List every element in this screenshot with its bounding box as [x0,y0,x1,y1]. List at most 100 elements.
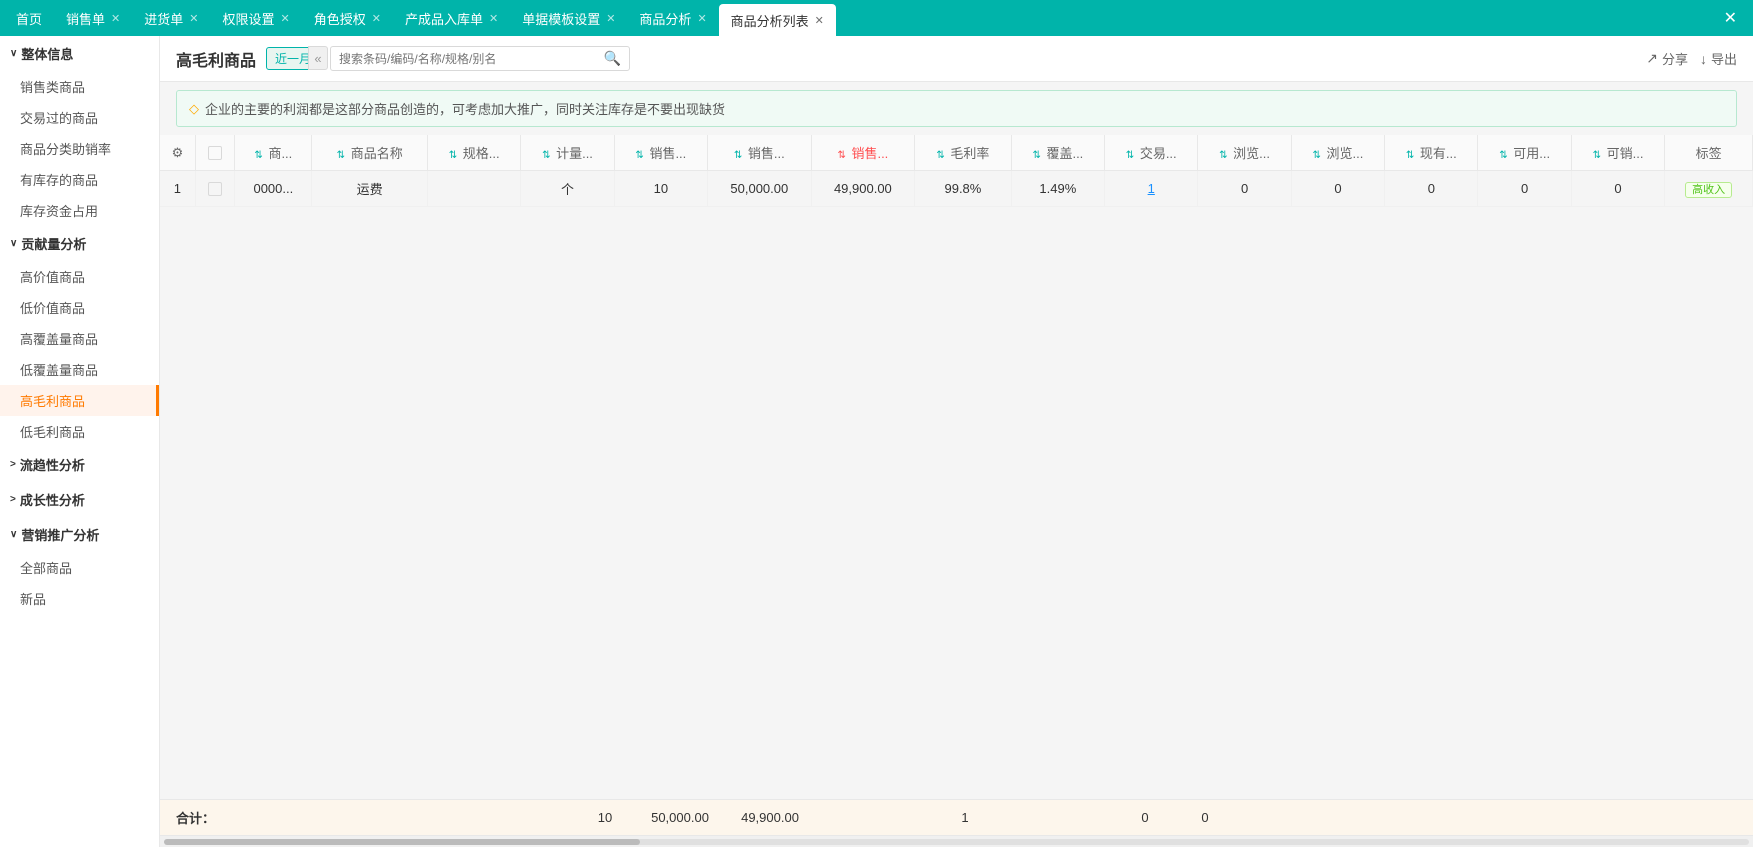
tab-close-product-inbound[interactable]: ✕ [489,12,498,25]
arrow-icon-contribution: ∨ [10,238,17,249]
scrollbar-track[interactable] [164,839,1749,845]
search-box: 🔍 [330,46,630,71]
settings-icon[interactable]: ⚙ [172,145,184,160]
col-gross-rate[interactable]: ⇅ 毛利率 [915,135,1012,171]
search-input[interactable] [339,52,604,66]
trade-link[interactable]: 1 [1148,181,1155,196]
col-spec[interactable]: ⇅ 规格... [427,135,520,171]
cell-tag: 高收入 [1665,171,1753,207]
tab-permission[interactable]: 权限设置 ✕ [210,0,301,36]
cell-spec [427,171,520,207]
tab-template[interactable]: 单据模板设置 ✕ [510,0,627,36]
content-header: 高毛利商品 近一月 🔍 ↗ 分享 ↓ 导出 [160,36,1753,82]
footer-available: 0 [1175,810,1235,825]
col-saleable[interactable]: ⇅ 可销... [1571,135,1664,171]
sidebar-item-category-rate[interactable]: 商品分类助销率 [0,133,159,164]
goods-table: ⚙ ⇅ 商... ⇅ 商品名称 [160,135,1753,207]
tab-close-sales[interactable]: ✕ [111,12,120,25]
sidebar-item-all-goods[interactable]: 全部商品 [0,552,159,583]
tab-close-permission[interactable]: ✕ [281,12,290,25]
export-button[interactable]: ↓ 导出 [1700,49,1737,68]
sidebar-section-marketing[interactable]: ∨ 营销推广分析 [0,517,159,552]
cell-current: 0 [1385,171,1478,207]
sidebar-collapse-button[interactable]: « [308,46,328,70]
col-current[interactable]: ⇅ 现有... [1385,135,1478,171]
sidebar-item-in-stock[interactable]: 有库存的商品 [0,164,159,195]
sidebar-section-contribution[interactable]: ∨ 贡献量分析 [0,226,159,261]
col-checkbox [195,135,234,171]
info-icon: ◇ [189,101,199,117]
tab-purchase[interactable]: 进货单 ✕ [132,0,210,36]
col-browse2[interactable]: ⇅ 浏览... [1291,135,1384,171]
col-coverage[interactable]: ⇅ 覆盖... [1011,135,1104,171]
col-code[interactable]: ⇅ 商... [235,135,312,171]
col-tag: 标签 [1665,135,1753,171]
share-button[interactable]: ↗ 分享 [1646,49,1688,68]
sidebar-item-low-margin[interactable]: 低毛利商品 [0,416,159,447]
scrollbar-thumb[interactable] [164,839,640,845]
sidebar-item-low-value[interactable]: 低价值商品 [0,292,159,323]
sort-icon-current: ⇅ [1406,150,1414,161]
sidebar: ∨ 整体信息 销售类商品 交易过的商品 商品分类助销率 有库存的商品 库存资金占… [0,36,160,847]
cell-trade: 1 [1105,171,1198,207]
tab-role[interactable]: 角色授权 ✕ [302,0,393,36]
sidebar-item-sales-goods[interactable]: 销售类商品 [0,71,159,102]
col-trade[interactable]: ⇅ 交易... [1105,135,1198,171]
cell-name: 运费 [312,171,428,207]
arrow-icon: ∨ [10,48,17,59]
cell-coverage: 1.49% [1011,171,1104,207]
search-icon[interactable]: 🔍 [604,50,621,67]
cell-gross-rate: 99.8% [915,171,1012,207]
select-all-checkbox[interactable] [208,146,222,160]
tab-homepage[interactable]: 首页 [4,0,54,36]
sidebar-item-traded-goods[interactable]: 交易过的商品 [0,102,159,133]
tab-close-role[interactable]: ✕ [372,12,381,25]
sidebar-section-overview[interactable]: ∨ 整体信息 [0,36,159,71]
sidebar-item-high-coverage[interactable]: 高覆盖量商品 [0,323,159,354]
footer-sale3: 49,900.00 [725,810,815,825]
arrow-icon-growth: > [10,494,16,505]
col-sale2[interactable]: ⇅ 销售... [708,135,812,171]
window-close-button[interactable]: ✕ [1720,4,1741,32]
col-available[interactable]: ⇅ 可用... [1478,135,1571,171]
sort-icon-saleable: ⇅ [1593,150,1601,161]
tab-analysis[interactable]: 商品分析 ✕ [627,0,718,36]
tab-close-template[interactable]: ✕ [606,12,615,25]
horizontal-scrollbar[interactable] [160,835,1753,847]
footer-trade: 1 [935,810,995,825]
sidebar-item-inventory-capital[interactable]: 库存资金占用 [0,195,159,226]
footer-empty3 [995,810,1055,825]
col-sale1[interactable]: ⇅ 销售... [614,135,707,171]
cell-unit: 个 [521,171,614,207]
cell-sale2: 50,000.00 [708,171,812,207]
sort-icon-available: ⇅ [1499,150,1507,161]
tab-close-analysis-list[interactable]: ✕ [815,14,824,27]
tab-close-purchase[interactable]: ✕ [189,12,198,25]
tab-product-inbound[interactable]: 产成品入库单 ✕ [393,0,510,36]
table-row: 1 0000... 运费 个 10 50,000.00 49,900.00 99… [160,171,1753,207]
sidebar-item-high-value[interactable]: 高价值商品 [0,261,159,292]
tab-bar-right: ✕ [1720,4,1749,32]
sidebar-item-low-coverage[interactable]: 低覆盖量商品 [0,354,159,385]
sort-icon: ⇅ [254,150,262,161]
col-unit[interactable]: ⇅ 计量... [521,135,614,171]
col-sale3[interactable]: ⇅ 销售... [811,135,915,171]
tab-analysis-list[interactable]: 商品分析列表 ✕ [719,4,836,36]
sidebar-item-high-margin[interactable]: 高毛利商品 [0,385,159,416]
sidebar-section-trend[interactable]: > 流趋性分析 [0,447,159,482]
cell-checkbox [195,171,234,207]
footer-empty2 [875,810,935,825]
sidebar-section-growth[interactable]: > 成长性分析 [0,482,159,517]
cell-saleable: 0 [1571,171,1664,207]
footer-current: 0 [1115,810,1175,825]
row-checkbox[interactable] [208,182,222,196]
tab-sales-order[interactable]: 销售单 ✕ [54,0,132,36]
cell-available: 0 [1478,171,1571,207]
sidebar-item-new-goods[interactable]: 新品 [0,583,159,614]
col-browse1[interactable]: ⇅ 浏览... [1198,135,1291,171]
table-header-row: ⚙ ⇅ 商... ⇅ 商品名称 [160,135,1753,171]
share-icon: ↗ [1646,50,1658,67]
col-name[interactable]: ⇅ 商品名称 [312,135,428,171]
table-footer: 合计： 10 50,000.00 49,900.00 1 0 0 [160,799,1753,835]
tab-close-analysis[interactable]: ✕ [697,12,706,25]
